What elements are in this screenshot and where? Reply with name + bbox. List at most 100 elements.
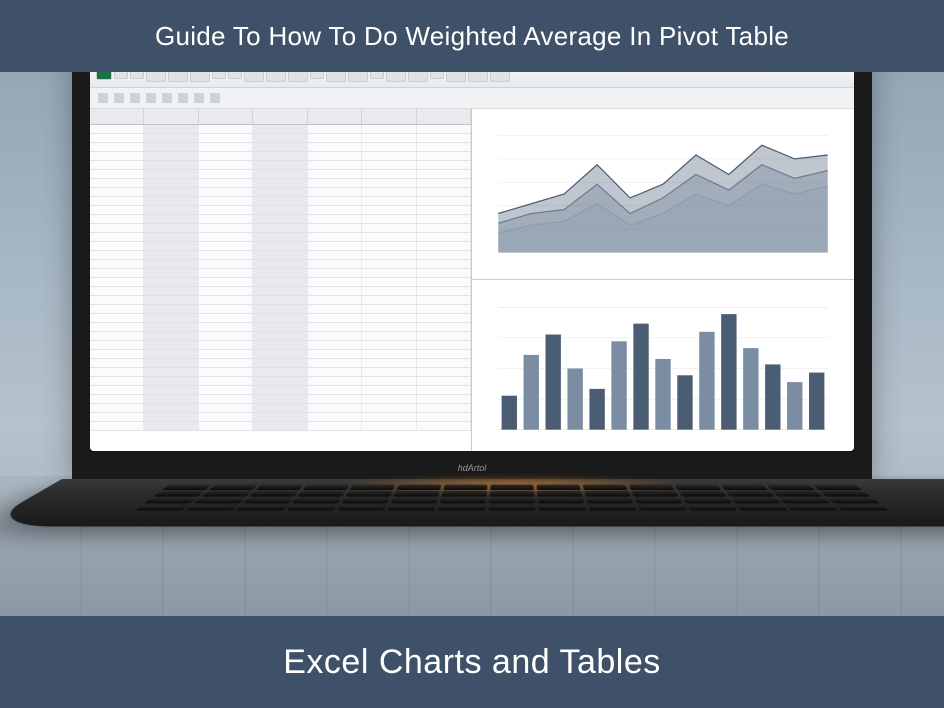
cell <box>253 296 307 304</box>
cell <box>417 413 471 421</box>
table-row <box>90 377 471 386</box>
cell <box>308 341 362 349</box>
cell <box>417 224 471 232</box>
cell <box>253 332 307 340</box>
cell <box>362 395 416 403</box>
keyboard-key <box>731 498 781 504</box>
cell <box>417 305 471 313</box>
cell <box>199 287 253 295</box>
cell <box>90 287 144 295</box>
cell <box>90 368 144 376</box>
cell <box>144 359 198 367</box>
cell <box>90 350 144 358</box>
cell <box>417 215 471 223</box>
cell <box>90 269 144 277</box>
cell <box>417 260 471 268</box>
table-row <box>90 170 471 179</box>
cell <box>199 422 253 430</box>
cell <box>253 143 307 151</box>
bottom-banner-title: Excel Charts and Tables <box>283 643 661 682</box>
cell <box>144 125 198 133</box>
table-row <box>90 359 471 368</box>
table-row <box>90 251 471 260</box>
cell <box>362 206 416 214</box>
laptop-base <box>0 479 944 527</box>
cell <box>308 296 362 304</box>
table-row <box>90 395 471 404</box>
cell <box>362 224 416 232</box>
cell <box>362 197 416 205</box>
cell <box>362 170 416 178</box>
cell <box>90 179 144 187</box>
cell <box>308 332 362 340</box>
cell <box>308 251 362 259</box>
table-row <box>90 278 471 287</box>
cell <box>144 332 198 340</box>
toolbar-button <box>194 93 204 103</box>
cell <box>308 215 362 223</box>
cell <box>144 287 198 295</box>
cell <box>362 251 416 259</box>
col-header <box>308 109 362 124</box>
cell <box>199 215 253 223</box>
table-row <box>90 296 471 305</box>
cell <box>308 422 362 430</box>
column-headers <box>90 109 471 125</box>
cell <box>144 224 198 232</box>
cell <box>308 305 362 313</box>
cell <box>362 323 416 331</box>
cell <box>253 197 307 205</box>
cell <box>144 143 198 151</box>
cell <box>308 386 362 394</box>
table-row <box>90 404 471 413</box>
cell <box>308 359 362 367</box>
cell <box>144 305 198 313</box>
cell <box>308 224 362 232</box>
cell <box>417 143 471 151</box>
cell <box>144 269 198 277</box>
cell <box>199 296 253 304</box>
cell <box>253 215 307 223</box>
table-row <box>90 260 471 269</box>
cell <box>362 413 416 421</box>
keyboard-key <box>674 485 721 490</box>
cell <box>308 350 362 358</box>
keyboard-key <box>720 485 768 490</box>
col-header <box>253 109 307 124</box>
excel-toolbar <box>90 88 854 109</box>
table-row <box>90 287 471 296</box>
table-row <box>90 224 471 233</box>
cell <box>362 287 416 295</box>
table-row <box>90 188 471 197</box>
cell <box>90 251 144 259</box>
cell <box>199 395 253 403</box>
cell <box>199 224 253 232</box>
keyboard-key <box>209 485 258 490</box>
cell <box>417 233 471 241</box>
toolbar-button <box>114 93 124 103</box>
cell <box>308 395 362 403</box>
cell <box>144 323 198 331</box>
cell <box>253 233 307 241</box>
keyboard-key <box>812 485 862 490</box>
table-row <box>90 206 471 215</box>
cell <box>90 296 144 304</box>
cell <box>199 152 253 160</box>
cell <box>90 125 144 133</box>
cell <box>144 350 198 358</box>
cell <box>362 143 416 151</box>
cell <box>90 170 144 178</box>
cell <box>362 179 416 187</box>
cell <box>253 377 307 385</box>
cell <box>362 278 416 286</box>
cell <box>308 125 362 133</box>
cell <box>362 314 416 322</box>
cell <box>417 341 471 349</box>
laptop-keyboard <box>93 485 931 514</box>
cell <box>253 359 307 367</box>
top-banner-title: Guide To How To Do Weighted Average In P… <box>155 21 789 52</box>
cell <box>199 242 253 250</box>
cell <box>90 215 144 223</box>
cell <box>144 404 198 412</box>
col-header <box>362 109 416 124</box>
